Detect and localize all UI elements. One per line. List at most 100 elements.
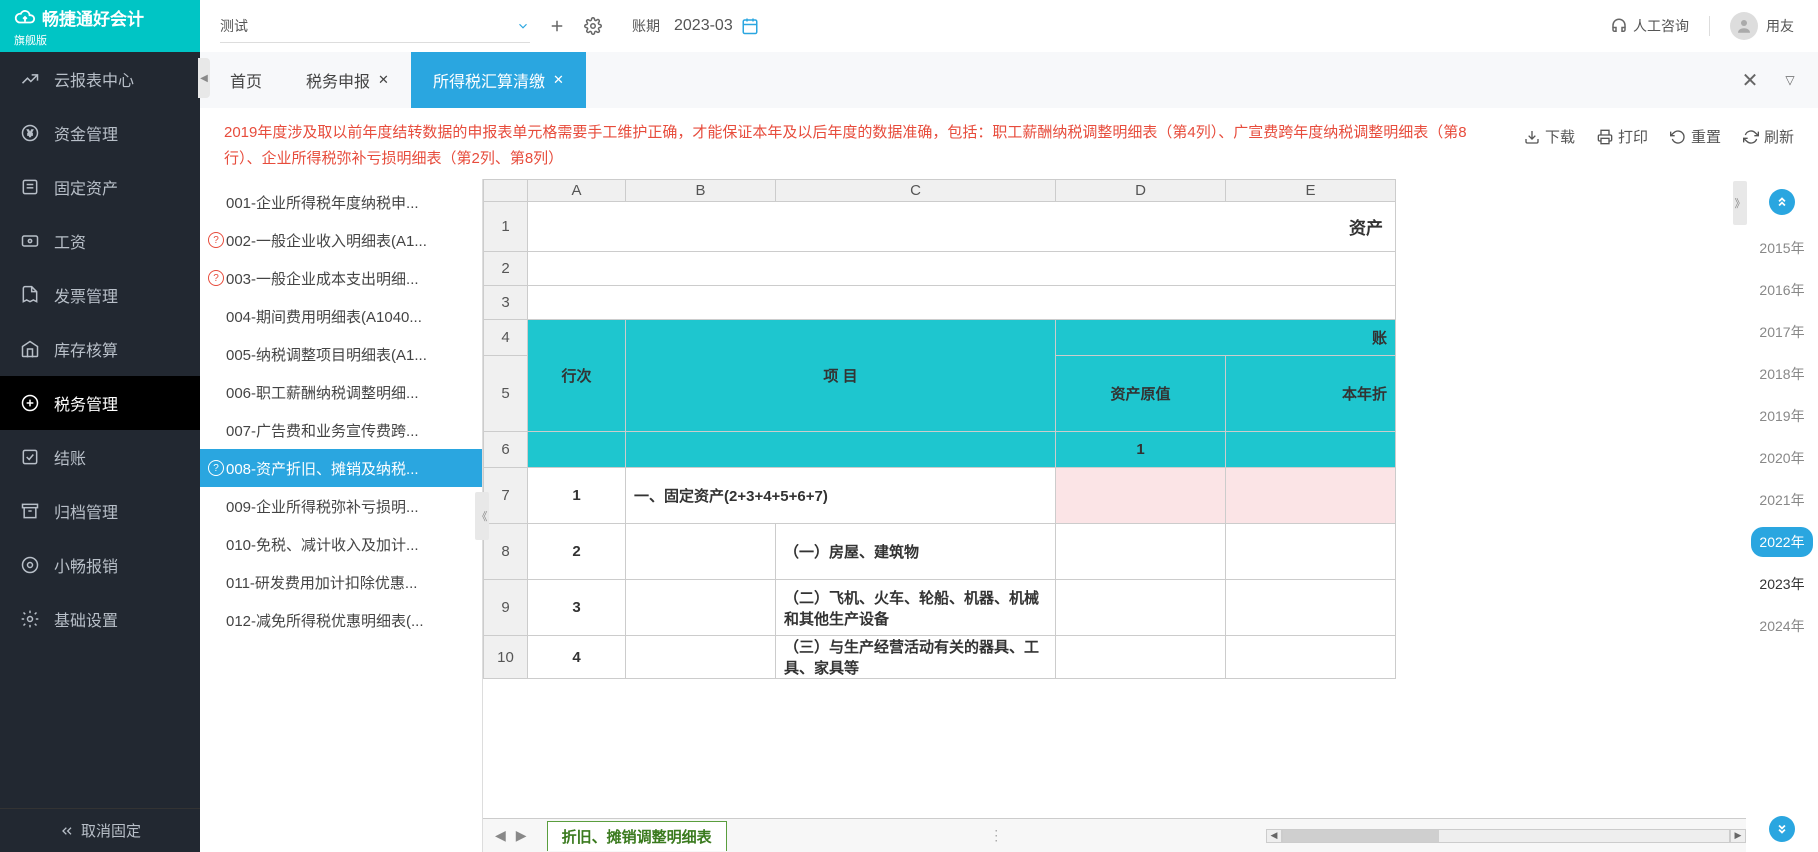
- report-item[interactable]: 003-一般企业成本支出明细...: [200, 259, 482, 297]
- sidebar-item-xiaochang[interactable]: 小畅报销: [0, 538, 200, 592]
- sheet-tab-active[interactable]: 折旧、摊销调整明细表: [547, 821, 727, 851]
- col-head-a[interactable]: A: [528, 180, 626, 202]
- cell-project[interactable]: （三）与生产经营活动有关的器具、工具、家具等: [776, 636, 1056, 679]
- col-head-d[interactable]: D: [1056, 180, 1226, 202]
- horizontal-scrollbar[interactable]: ◀ ▶: [1266, 828, 1746, 844]
- year-item[interactable]: 2017年: [1751, 317, 1812, 347]
- cell[interactable]: [1226, 468, 1396, 524]
- col-head-e[interactable]: E: [1226, 180, 1396, 202]
- header-line-no[interactable]: 行次: [528, 320, 626, 432]
- tab[interactable]: 税务申报✕: [284, 52, 411, 108]
- report-item[interactable]: 008-资产折旧、摊销及纳税...: [200, 449, 482, 487]
- period-selector[interactable]: 账期 2023-03: [632, 16, 759, 36]
- row-head[interactable]: 2: [484, 252, 528, 286]
- report-item[interactable]: 009-企业所得税弥补亏损明...: [200, 487, 482, 525]
- row-head[interactable]: 10: [484, 636, 528, 679]
- cell-project[interactable]: 一、固定资产(2+3+4+5+6+7): [626, 468, 1056, 524]
- cell-line-no[interactable]: 4: [528, 636, 626, 679]
- support-link[interactable]: 人工咨询: [1610, 16, 1689, 36]
- refresh-button[interactable]: 刷新: [1743, 126, 1794, 147]
- row-head[interactable]: 1: [484, 202, 528, 252]
- year-item[interactable]: 2024年: [1751, 611, 1812, 641]
- report-item[interactable]: 010-免税、减计收入及加计...: [200, 525, 482, 563]
- year-panel-down[interactable]: [1769, 816, 1795, 842]
- sidebar-item-fixed-assets[interactable]: 固定资产: [0, 160, 200, 214]
- sidebar-item-archive[interactable]: 归档管理: [0, 484, 200, 538]
- cell[interactable]: [1056, 580, 1226, 636]
- year-item[interactable]: 2023年: [1751, 569, 1812, 599]
- row-head[interactable]: 5: [484, 356, 528, 432]
- grid-scroll[interactable]: A B C D E 1 资产 2: [483, 179, 1746, 818]
- cell-project[interactable]: （一）房屋、建筑物: [776, 524, 1056, 580]
- tab[interactable]: 首页: [208, 52, 284, 108]
- download-button[interactable]: 下载: [1524, 126, 1575, 147]
- report-item[interactable]: 011-研发费用加计扣除优惠...: [200, 563, 482, 601]
- year-item[interactable]: 2019年: [1751, 401, 1812, 431]
- user-menu[interactable]: 用友: [1730, 12, 1794, 40]
- tab[interactable]: 所得税汇算清缴✕: [411, 52, 586, 108]
- cell[interactable]: [1056, 468, 1226, 524]
- cell[interactable]: [528, 432, 626, 468]
- gear-icon[interactable]: [584, 17, 602, 35]
- reset-button[interactable]: 重置: [1670, 126, 1721, 147]
- close-all-tabs[interactable]: ✕: [1730, 68, 1770, 93]
- header-merge-right[interactable]: 账: [1056, 320, 1396, 356]
- header-asset-orig[interactable]: 资产原值: [1056, 356, 1226, 432]
- company-selector[interactable]: 测试: [220, 10, 530, 43]
- sidebar-unpin[interactable]: 取消固定: [0, 808, 200, 852]
- cell[interactable]: [1226, 524, 1396, 580]
- plus-icon[interactable]: [548, 17, 566, 35]
- cell[interactable]: [1056, 636, 1226, 679]
- cell-line-no[interactable]: 1: [528, 468, 626, 524]
- cell-line-no[interactable]: 3: [528, 580, 626, 636]
- tab-close-icon[interactable]: ✕: [378, 72, 389, 88]
- cell-line-no[interactable]: 2: [528, 524, 626, 580]
- sidebar-collapse-handle[interactable]: ◀: [198, 58, 210, 98]
- cell[interactable]: [626, 636, 776, 679]
- print-button[interactable]: 打印: [1597, 126, 1648, 147]
- sidebar-item-inventory[interactable]: 库存核算: [0, 322, 200, 376]
- report-item[interactable]: 006-职工薪酬纳税调整明细...: [200, 373, 482, 411]
- sheet-title-partial[interactable]: 资产: [528, 202, 1396, 252]
- sidebar-item-salary[interactable]: 工资: [0, 214, 200, 268]
- year-item[interactable]: 2021年: [1751, 485, 1812, 515]
- report-item[interactable]: 001-企业所得税年度纳税申...: [200, 183, 482, 221]
- sidebar-item-settings[interactable]: 基础设置: [0, 592, 200, 646]
- cell[interactable]: [626, 524, 776, 580]
- cell[interactable]: [528, 252, 1396, 286]
- year-item[interactable]: 2015年: [1751, 233, 1812, 263]
- report-item[interactable]: 004-期间费用明细表(A1040...: [200, 297, 482, 335]
- sheet-nav[interactable]: ◀▶: [483, 827, 539, 844]
- report-item[interactable]: 005-纳税调整项目明细表(A1...: [200, 335, 482, 373]
- tabs-more[interactable]: ▽: [1770, 73, 1810, 87]
- cell[interactable]: [1226, 432, 1396, 468]
- row-head[interactable]: 4: [484, 320, 528, 356]
- report-list-splitter[interactable]: 《: [475, 492, 489, 540]
- row-head[interactable]: 8: [484, 524, 528, 580]
- sidebar-item-cloud-report[interactable]: 云报表中心: [0, 52, 200, 106]
- year-item[interactable]: 2022年: [1751, 527, 1812, 557]
- col-head-c[interactable]: C: [776, 180, 1056, 202]
- year-item[interactable]: 2018年: [1751, 359, 1812, 389]
- cell-project[interactable]: （二）飞机、火车、轮船、机器、机械和其他生产设备: [776, 580, 1056, 636]
- sidebar-item-funds[interactable]: ¥资金管理: [0, 106, 200, 160]
- report-item[interactable]: 007-广告费和业务宣传费跨...: [200, 411, 482, 449]
- cell[interactable]: [626, 432, 1056, 468]
- row-head[interactable]: 7: [484, 468, 528, 524]
- scroll-left-icon[interactable]: ◀: [1266, 829, 1282, 843]
- year-item[interactable]: 2020年: [1751, 443, 1812, 473]
- col-index-1[interactable]: 1: [1056, 432, 1226, 468]
- cell[interactable]: [528, 286, 1396, 320]
- row-head[interactable]: 6: [484, 432, 528, 468]
- row-head[interactable]: 3: [484, 286, 528, 320]
- cell[interactable]: [1226, 580, 1396, 636]
- year-panel-up[interactable]: [1769, 189, 1795, 215]
- report-item[interactable]: 012-减免所得税优惠明细表(...: [200, 601, 482, 639]
- report-item[interactable]: 002-一般企业收入明细表(A1...: [200, 221, 482, 259]
- col-head-b[interactable]: B: [626, 180, 776, 202]
- row-head[interactable]: 9: [484, 580, 528, 636]
- header-depr-year[interactable]: 本年折: [1226, 356, 1396, 432]
- sidebar-item-closing[interactable]: 结账: [0, 430, 200, 484]
- sidebar-item-invoice[interactable]: 发票管理: [0, 268, 200, 322]
- sidebar-item-tax[interactable]: 税务管理: [0, 376, 200, 430]
